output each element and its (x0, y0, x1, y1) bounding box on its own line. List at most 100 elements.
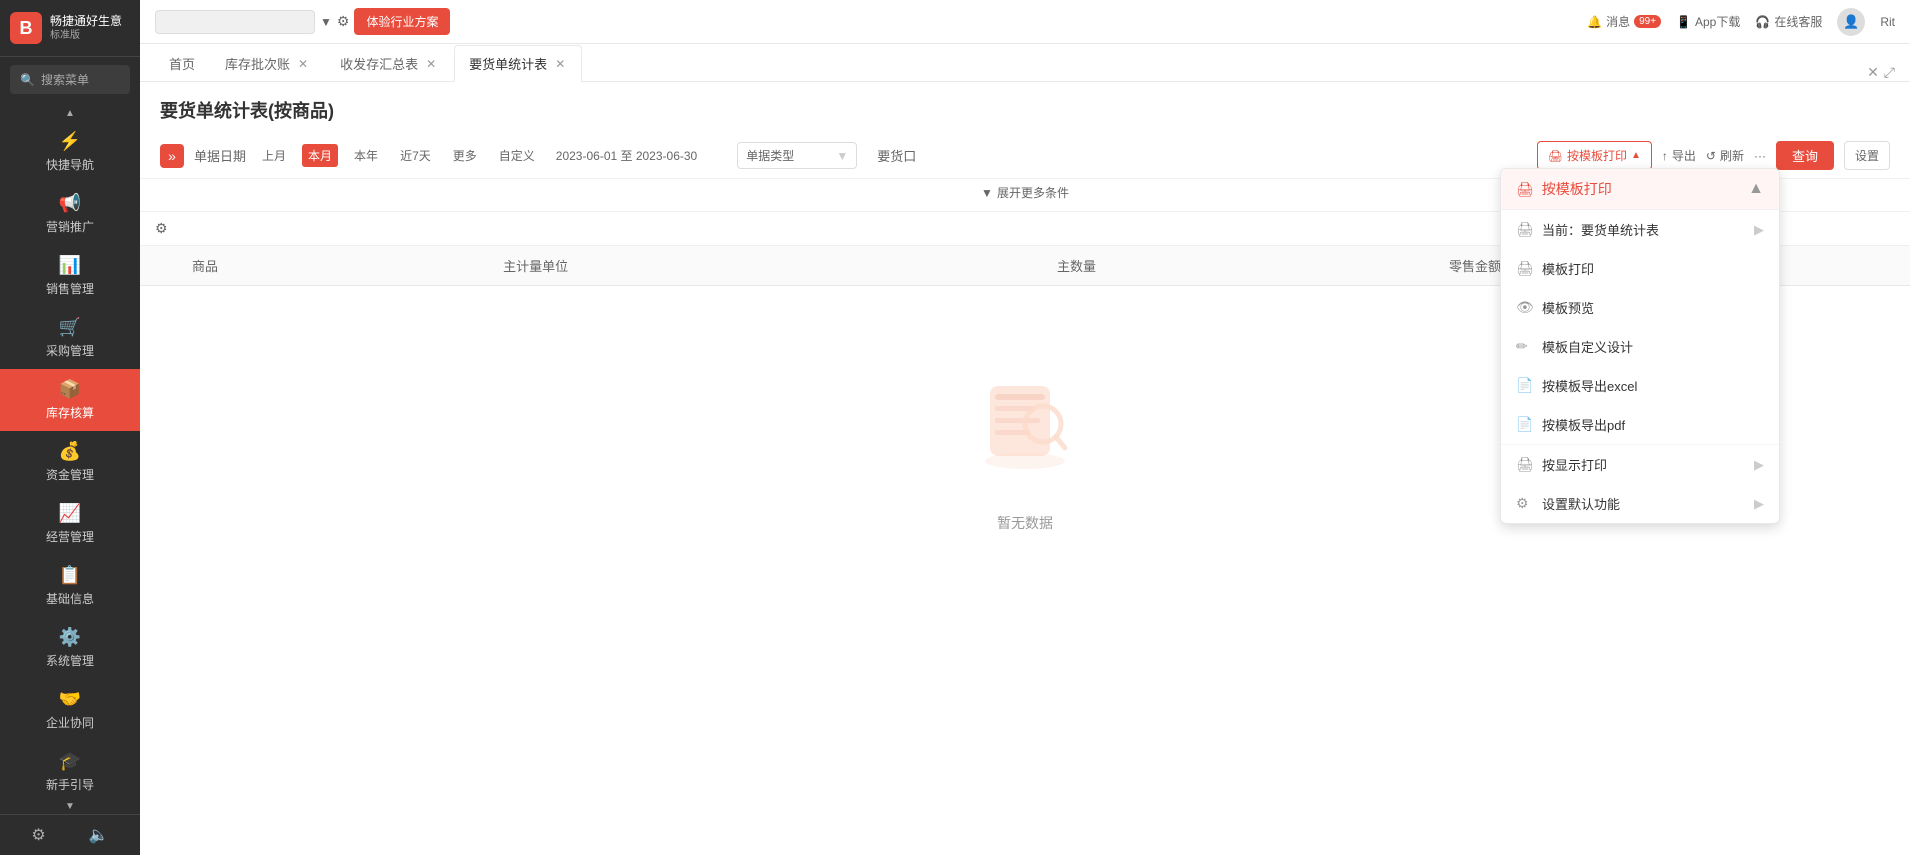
notification-icon: 🔔 (1587, 15, 1602, 29)
sidebar-logo: B 畅捷通好生意 标准版 (0, 0, 140, 57)
sidebar-footer: ⚙ 🔈 (0, 814, 140, 855)
export-button[interactable]: ↑ 导出 (1662, 147, 1696, 164)
breadcrumb-input[interactable] (155, 10, 315, 34)
empty-illustration (965, 366, 1085, 498)
notification-badge: 99+ (1634, 15, 1661, 28)
tab-collection-summary[interactable]: 收发存汇总表 ✕ (326, 46, 452, 81)
sidebar-item-quick-nav[interactable]: ⚡ 快捷导航 (0, 121, 140, 183)
sales-icon: 📊 (59, 255, 81, 276)
tab-batch-account-close[interactable]: ✕ (296, 57, 310, 71)
toolbar-expand-button[interactable]: » (160, 144, 184, 168)
dropdown-close-button[interactable]: ▲ (1748, 180, 1764, 198)
purchase-icon: 🛒 (59, 317, 81, 338)
order-type-label: 单据类型 (746, 147, 794, 164)
tab-requisition-stats-close[interactable]: ✕ (553, 57, 567, 71)
display-print-icon: 🖨 (1516, 456, 1532, 473)
sidebar-scroll-down[interactable]: ▼ (0, 795, 140, 814)
window-controls: ✕ ⤢ (1867, 64, 1895, 81)
order-type-select[interactable]: 单据类型 ▼ (737, 142, 857, 169)
dropdown-item-template-custom[interactable]: ✏ 模板自定义设计 (1501, 327, 1779, 366)
more-options-button[interactable]: ··· (1754, 149, 1766, 163)
col-quantity: 主数量 (1045, 246, 1437, 286)
dropdown-item-template-preview[interactable]: 👁 模板预览 (1501, 288, 1779, 327)
sidebar-item-sales[interactable]: 📊 销售管理 (0, 245, 140, 307)
scroll-up-button[interactable]: ▲ (65, 108, 75, 119)
operations-icon: 📈 (59, 503, 81, 524)
main-content: ▼ ⚙ 体验行业方案 🔔 消息 99+ 📱 App下载 🎧 在线客服 👤 Rit (140, 0, 1910, 855)
date-this-month-button[interactable]: 本月 (302, 144, 338, 167)
scroll-down-button[interactable]: ▼ (65, 801, 75, 812)
date-last-month-button[interactable]: 上月 (256, 144, 292, 167)
dropdown-item-display-print[interactable]: 🖨 按显示打印 ▶ (1501, 445, 1779, 484)
sidebar-scroll-up[interactable]: ▲ (0, 102, 140, 121)
topbar-breadcrumb: ▼ ⚙ 体验行业方案 (155, 8, 1577, 35)
online-service-button[interactable]: 🎧 在线客服 (1755, 13, 1822, 30)
sidebar-item-basic-info[interactable]: 📋 基础信息 (0, 555, 140, 617)
col-checkbox (140, 246, 180, 286)
footer-settings-icon: ⚙ (31, 827, 45, 844)
query-button[interactable]: 查询 (1776, 141, 1834, 170)
sidebar-item-inventory[interactable]: 📦 库存核算 (0, 369, 140, 431)
search-icon: 🔍 (20, 73, 35, 87)
toolbar-right-actions: 🖨 按模板打印 ▲ ↑ 导出 ↺ 刷新 ··· 查询 设置 (1537, 141, 1890, 170)
col-goods: 商品 (180, 246, 491, 286)
refresh-button[interactable]: ↺ 刷新 (1706, 147, 1744, 164)
avatar-icon: 👤 (1843, 14, 1859, 30)
expand-conditions-button[interactable]: ▼ 展开更多条件 (981, 184, 1069, 201)
basic-info-icon: 📋 (59, 565, 81, 586)
topbar-gear-button[interactable]: ⚙ (337, 13, 350, 30)
sidebar-item-system[interactable]: ⚙️ 系统管理 (0, 617, 140, 679)
display-print-arrow-icon: ▶ (1754, 457, 1764, 473)
template-preview-icon: 👁 (1516, 299, 1532, 316)
dropdown-item-export-excel[interactable]: 📄 按模板导出excel (1501, 366, 1779, 405)
app-download-button[interactable]: 📱 App下载 (1676, 13, 1740, 30)
breadcrumb-dropdown-button[interactable]: ▼ (320, 15, 332, 29)
date-this-year-button[interactable]: 本年 (348, 144, 384, 167)
current-template-icon: 🖨 (1516, 221, 1532, 238)
dropdown-title-area: 🖨 按模板打印 (1516, 179, 1612, 199)
sidebar-item-finance[interactable]: 💰 资金管理 (0, 431, 140, 493)
notifications-button[interactable]: 🔔 消息 99+ (1587, 13, 1661, 30)
sidebar-item-enterprise[interactable]: 🤝 企业协同 (0, 679, 140, 741)
headset-icon: 🎧 (1755, 15, 1770, 29)
dropdown-item-template-print[interactable]: 🖨 模板打印 (1501, 249, 1779, 288)
trial-button[interactable]: 体验行业方案 (354, 8, 450, 35)
sidebar-item-marketing[interactable]: 📢 营销推广 (0, 183, 140, 245)
footer-speaker-button[interactable]: 🔈 (89, 825, 109, 845)
sidebar-search-area: 🔍 搜索菜单 (0, 57, 140, 102)
app-name: 畅捷通好生意 标准版 (50, 14, 122, 43)
topbar-actions: 🔔 消息 99+ 📱 App下载 🎧 在线客服 👤 Rit (1587, 8, 1895, 36)
dropdown-header: 🖨 按模板打印 ▲ (1501, 169, 1779, 210)
enterprise-icon: 🤝 (59, 689, 81, 710)
window-maximize-button[interactable]: ⤢ (1884, 64, 1895, 81)
date-7days-button[interactable]: 近7天 (394, 144, 437, 167)
tab-home[interactable]: 首页 (155, 46, 209, 81)
dropdown-item-set-default[interactable]: ⚙ 设置默认功能 ▶ (1501, 484, 1779, 523)
sidebar-item-tutorial[interactable]: 🎓 新手引导 (0, 741, 140, 795)
date-more-button[interactable]: 更多 (447, 144, 483, 167)
footer-speaker-icon: 🔈 (89, 827, 109, 844)
tab-batch-account[interactable]: 库存批次账 ✕ (211, 46, 324, 81)
quick-nav-icon: ⚡ (59, 131, 81, 152)
sidebar-item-operations[interactable]: 📈 经营管理 (0, 493, 140, 555)
search-menu-button[interactable]: 🔍 搜索菜单 (10, 65, 130, 94)
dropdown-section-2: 🖨 按显示打印 ▶ ⚙ 设置默认功能 ▶ (1501, 444, 1779, 523)
set-default-icon: ⚙ (1516, 495, 1532, 512)
dropdown-item-export-pdf[interactable]: 📄 按模板导出pdf (1501, 405, 1779, 444)
print-dropdown-menu: 🖨 按模板打印 ▲ 🖨 当前：要货单统计表 ▶ 🖨 模板打印 👁 模板预览 ✏ … (1500, 168, 1780, 524)
empty-text: 暂无数据 (997, 513, 1053, 533)
tab-collection-summary-close[interactable]: ✕ (424, 57, 438, 71)
print-template-button[interactable]: 🖨 按模板打印 ▲ (1537, 141, 1652, 170)
settings-button[interactable]: 设置 (1844, 141, 1890, 170)
sidebar-nav: ⚡ 快捷导航 📢 营销推广 📊 销售管理 🛒 采购管理 📦 库存核算 💰 资金管… (0, 121, 140, 795)
template-custom-icon: ✏ (1516, 338, 1532, 355)
window-close-button[interactable]: ✕ (1867, 64, 1879, 81)
template-print-icon: 🖨 (1516, 260, 1532, 277)
table-settings-button[interactable]: ⚙ (155, 220, 168, 237)
inventory-icon: 📦 (59, 379, 81, 400)
sidebar-item-purchase[interactable]: 🛒 采购管理 (0, 307, 140, 369)
dropdown-item-current[interactable]: 🖨 当前：要货单统计表 ▶ (1501, 210, 1779, 249)
footer-settings-button[interactable]: ⚙ (31, 825, 45, 845)
tab-requisition-stats[interactable]: 要货单统计表 ✕ (454, 45, 582, 82)
date-custom-button[interactable]: 自定义 (493, 144, 541, 167)
